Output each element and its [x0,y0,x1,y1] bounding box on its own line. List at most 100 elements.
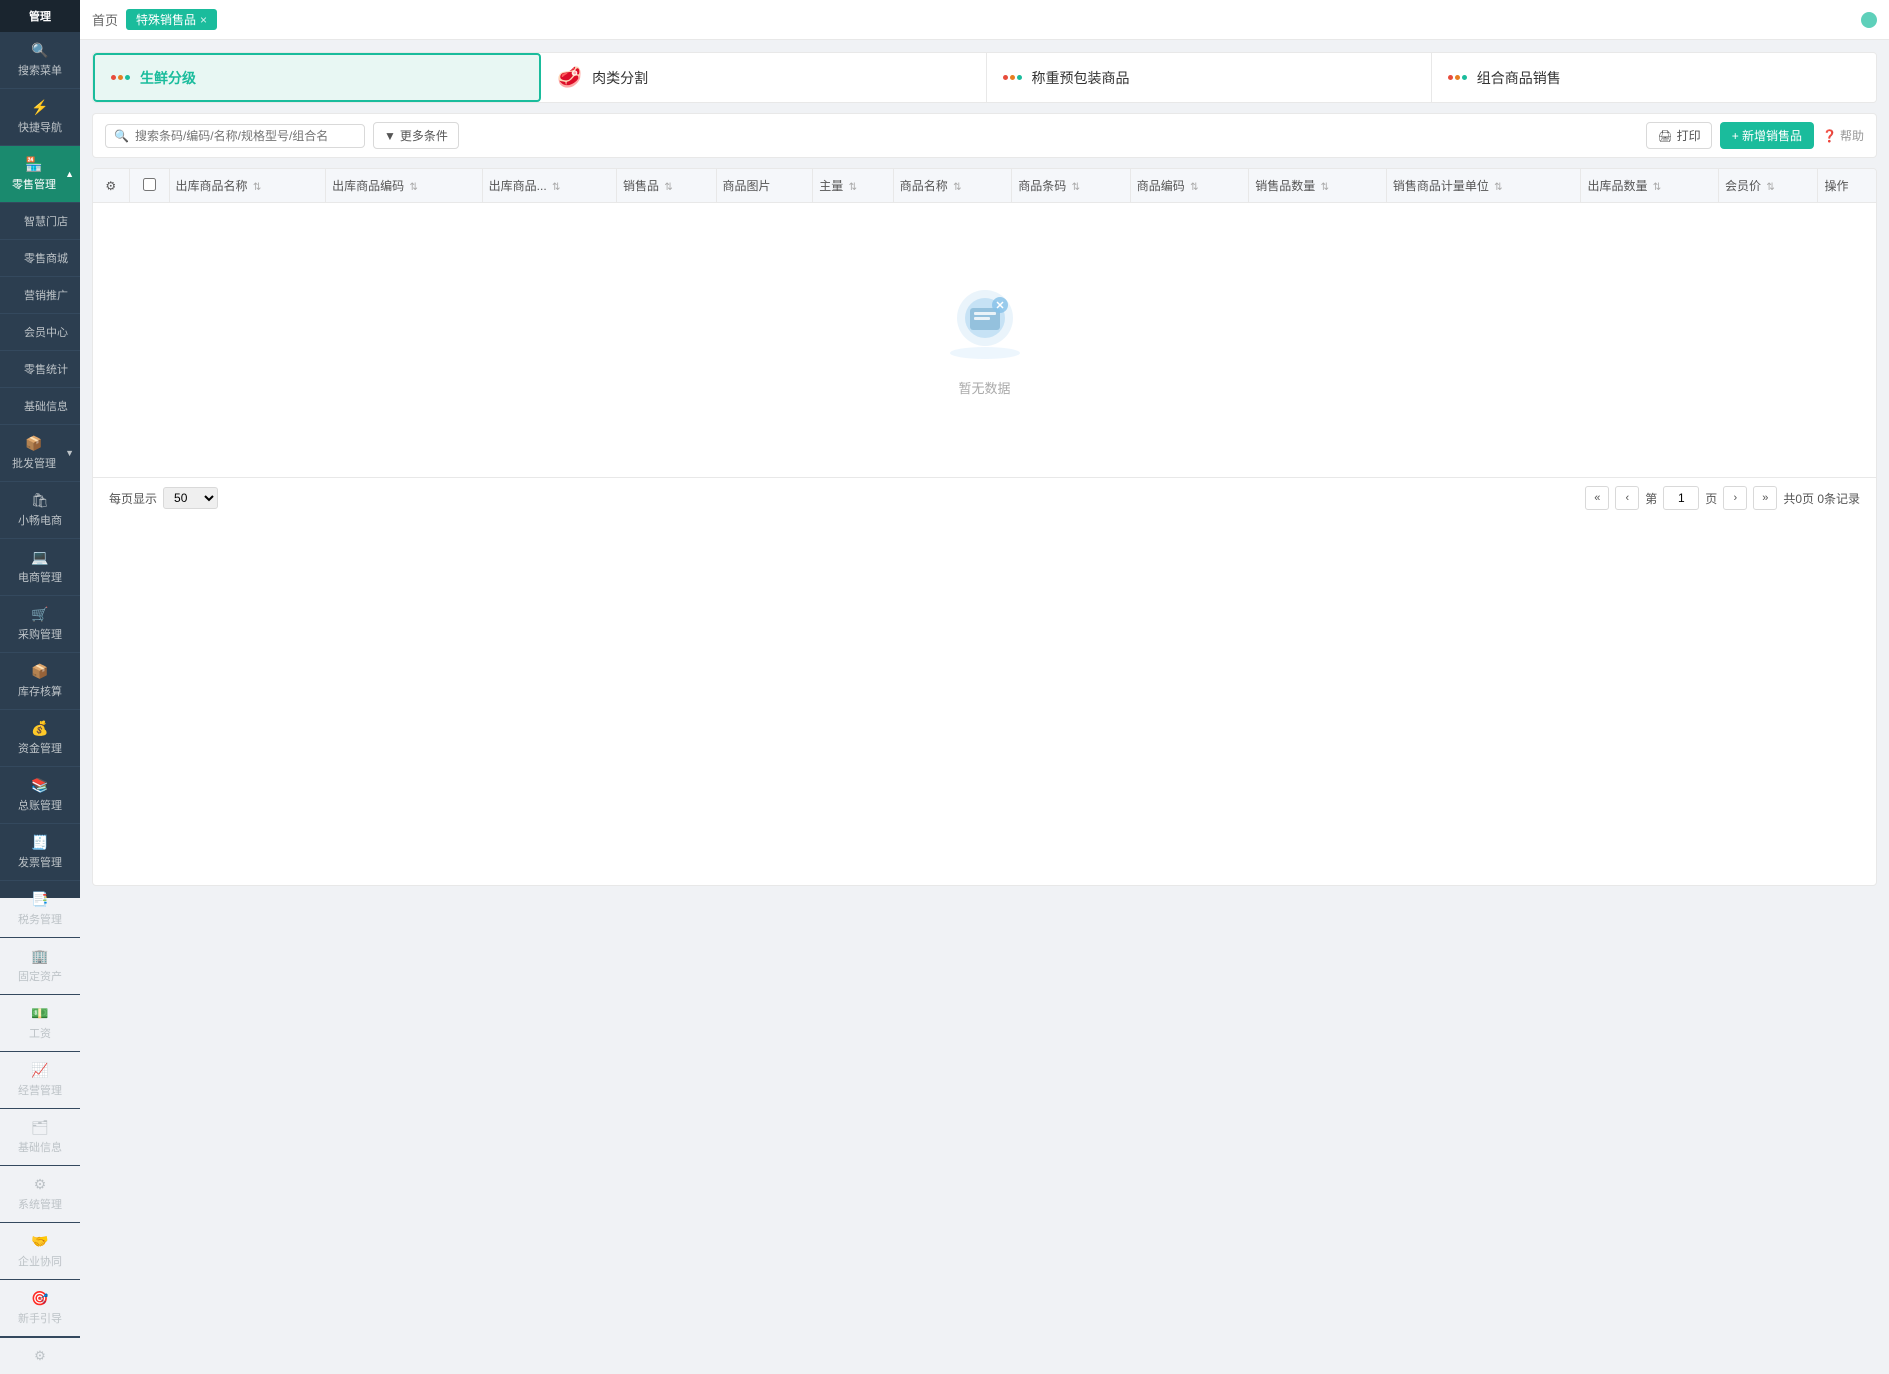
sidebar-item-smart-store[interactable]: 智慧门店 [0,203,80,240]
dot-orange [118,75,123,80]
sidebar-item-inventory[interactable]: 📦 库存核算 [0,653,80,710]
dot-green2 [1017,75,1022,80]
status-indicator [1861,12,1877,28]
tab-fresh-grade[interactable]: 生鲜分级 [93,53,541,102]
sidebar-item-quick-nav[interactable]: ⚡ 快捷导航 [0,89,80,146]
tab-dots-combo [1448,75,1467,80]
current-tab-tag[interactable]: 特殊销售品 × [126,9,217,30]
tab-combo[interactable]: 组合商品销售 [1432,53,1876,102]
settings-button[interactable]: ⚙ [0,1338,80,1374]
th-out-spec[interactable]: 出库商品... ⇅ [482,169,616,203]
breadcrumb-home[interactable]: 首页 [92,10,118,29]
sidebar-item-invoice[interactable]: 🧾 发票管理 [0,824,80,881]
table-header-row: ⚙ 出库商品名称 ⇅ 出库商品编码 ⇅ [93,169,1876,203]
fixed-assets-icon: 🏢 [31,948,48,965]
search-input[interactable] [135,129,356,143]
sidebar-item-mini-ecom[interactable]: 🛍 小畅电商 [0,482,80,539]
sidebar-logo: 管理 [0,0,80,32]
first-page-button[interactable]: « [1585,486,1609,510]
filter-button[interactable]: ▼ 更多条件 [373,122,459,149]
th-out-qty[interactable]: 出库品数量 ⇅ [1581,169,1719,203]
sidebar-item-retail-stats[interactable]: 零售统计 [0,351,80,388]
sidebar-item-label: 搜索菜单 [18,62,62,78]
sort-icon11: ⇅ [1653,182,1661,193]
sidebar-item-operations[interactable]: 📈 经营管理 [0,1052,80,1109]
empty-text: 暂无数据 [958,378,1010,397]
dot-red [111,75,116,80]
sidebar-item-label: 资金管理 [18,740,62,756]
th-sale-item[interactable]: 销售品 ⇅ [617,169,716,203]
tab-meat-cut[interactable]: 🥩 肉类分割 [541,53,986,102]
sidebar-item-members[interactable]: 会员中心 [0,314,80,351]
sort-icon7: ⇅ [1072,182,1080,193]
sort-icon8: ⇅ [1190,182,1198,193]
next-page-button[interactable]: › [1723,486,1747,510]
select-all-checkbox[interactable] [143,178,156,191]
table-body: 暂无数据 [93,203,1876,478]
th-sale-qty[interactable]: 销售品数量 ⇅ [1249,169,1387,203]
sidebar-item-wholesale[interactable]: 📦 批发管理 ▼ [0,425,80,482]
sidebar-item-label: 总账管理 [18,797,62,813]
sidebar-item-label: 零售商城 [24,250,68,266]
tab-combo-label: 组合商品销售 [1477,68,1561,88]
sidebar-bottom: ⚙ [0,1337,80,1374]
chevron-down-icon: ▼ [65,448,74,458]
th-barcode[interactable]: 商品条码 ⇅ [1012,169,1131,203]
sidebar-item-search-menu[interactable]: 🔍 搜索菜单 [0,32,80,89]
tab-fresh-grade-label: 生鲜分级 [140,68,196,88]
sidebar-item-tax[interactable]: 📑 税务管理 [0,881,80,938]
th-goods-code[interactable]: 商品编码 ⇅ [1130,169,1249,203]
sidebar-item-finance[interactable]: 💰 资金管理 [0,710,80,767]
sidebar-item-ecom-mgmt[interactable]: 💻 电商管理 [0,539,80,596]
sidebar-item-marketing[interactable]: 营销推广 [0,277,80,314]
sidebar-item-label: 智慧门店 [24,213,68,229]
tab-weight-pack[interactable]: 称重预包装商品 [987,53,1432,102]
th-sale-unit-label: 销售商品计量单位 [1393,179,1489,193]
print-button[interactable]: 🖨 打印 [1646,122,1711,149]
th-checkbox[interactable] [129,169,169,203]
per-page-select[interactable]: 50 100 [163,487,218,509]
th-out-name[interactable]: 出库商品名称 ⇅ [169,169,326,203]
last-page-button[interactable]: » [1753,486,1777,510]
sidebar-item-label: 新手引导 [18,1310,62,1326]
filter-icon: ▼ [384,129,396,143]
th-settings[interactable]: ⚙ [93,169,129,203]
th-sale-unit[interactable]: 销售商品计量单位 ⇅ [1386,169,1581,203]
toolbar-left: 🔍 ▼ 更多条件 [105,122,459,149]
sidebar-item-new-guide[interactable]: 🎯 新手引导 [0,1280,80,1337]
sidebar-item-label: 批发管理 [12,455,56,471]
main-content: 首页 特殊销售品 × 生鲜分级 🥩 肉类分割 [80,0,1889,898]
help-button[interactable]: ❓ 帮助 [1822,127,1864,144]
sidebar-item-basic-info2[interactable]: 🗂 基础信息 [0,1109,80,1166]
ledger-icon: 📚 [31,777,48,794]
sidebar-item-basic-info[interactable]: 基础信息 [0,388,80,425]
tag-close-button[interactable]: × [200,13,207,27]
page-number-input[interactable] [1663,486,1699,510]
sort-icon: ⇅ [253,182,261,193]
operations-icon: 📈 [31,1062,48,1079]
sort-icon6: ⇅ [953,182,961,193]
sort-icon5: ⇅ [849,182,857,193]
sidebar-item-label: 企业协同 [18,1253,62,1269]
sidebar-item-retail-mall[interactable]: 零售商城 [0,240,80,277]
th-out-spec-label: 出库商品... [489,179,547,193]
print-icon: 🖨 [1657,129,1672,143]
search-box[interactable]: 🔍 [105,124,365,148]
th-out-name-label: 出库商品名称 [176,179,248,193]
page-suffix: 页 [1705,490,1717,507]
sidebar-item-wages[interactable]: 💵 工资 [0,995,80,1052]
th-member-price[interactable]: 会员价 ⇅ [1718,169,1817,203]
add-sale-item-button[interactable]: + 新增销售品 [1720,122,1814,149]
prev-page-button[interactable]: ‹ [1615,486,1639,510]
sidebar-item-system[interactable]: ⚙ 系统管理 [0,1166,80,1223]
sidebar-item-corp[interactable]: 🤝 企业协同 [0,1223,80,1280]
th-out-code[interactable]: 出库商品编码 ⇅ [326,169,483,203]
sidebar-item-purchase[interactable]: 🛒 采购管理 [0,596,80,653]
tab-weight-pack-label: 称重预包装商品 [1032,68,1130,88]
sidebar-item-label: 采购管理 [18,626,62,642]
th-goods-name[interactable]: 商品名称 ⇅ [893,169,1012,203]
th-weight[interactable]: 主量 ⇅ [813,169,893,203]
sidebar-item-retail-mgmt[interactable]: 🏪 零售管理 ▲ [0,146,80,203]
sidebar-item-ledger[interactable]: 📚 总账管理 [0,767,80,824]
sidebar-item-fixed-assets[interactable]: 🏢 固定资产 [0,938,80,995]
